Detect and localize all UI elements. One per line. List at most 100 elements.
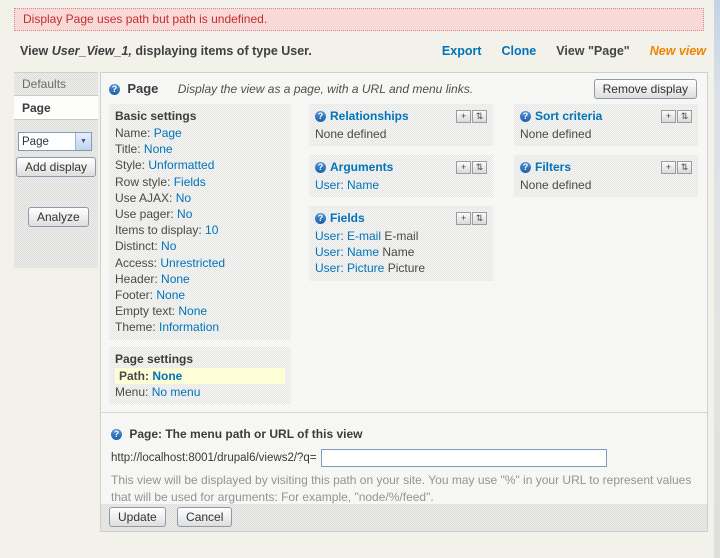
help-icon[interactable]: ? bbox=[111, 429, 122, 440]
setting-label: Style: bbox=[115, 158, 146, 173]
arguments-header: ? Arguments + ⇅ bbox=[315, 159, 487, 175]
panel-actions: + ⇅ bbox=[456, 211, 487, 225]
setting-value-link[interactable]: None bbox=[156, 288, 185, 302]
setting-value-link[interactable]: Fields bbox=[174, 175, 206, 189]
arguments-panel: ? Arguments + ⇅ User: Name bbox=[309, 155, 493, 197]
setting-value-link[interactable]: None bbox=[161, 272, 190, 286]
display-title: Page bbox=[127, 81, 159, 96]
add-icon[interactable]: + bbox=[661, 109, 676, 123]
scrollbar[interactable] bbox=[714, 0, 720, 558]
menu-value-link[interactable]: No menu bbox=[152, 385, 201, 399]
path-input[interactable] bbox=[320, 449, 607, 467]
help-icon[interactable]: ? bbox=[315, 110, 326, 122]
url-prefix: http://localhost:8001/drupal6/views2/?q= bbox=[111, 452, 317, 464]
help-icon[interactable]: ? bbox=[109, 84, 120, 95]
help-icon[interactable]: ? bbox=[315, 161, 326, 173]
display-type-select[interactable]: Page ▼ bbox=[18, 132, 92, 151]
setting-value-link[interactable]: No bbox=[177, 207, 192, 221]
setting-label: Use pager: bbox=[115, 207, 174, 222]
menu-label: Menu: bbox=[115, 385, 149, 400]
sidebar-tab-defaults[interactable]: Defaults bbox=[14, 73, 98, 96]
analyze-button[interactable]: Analyze bbox=[28, 207, 89, 227]
display-header: ? Page Display the view as a page, with … bbox=[109, 79, 699, 103]
view-page-link[interactable]: View "Page" bbox=[556, 44, 629, 58]
setting-label: Footer: bbox=[115, 288, 154, 303]
filters-title-link[interactable]: Filters bbox=[535, 159, 661, 175]
field-link[interactable]: User: Picture bbox=[315, 261, 384, 275]
setting-value-link[interactable]: Unrestricted bbox=[160, 256, 225, 270]
path-form-title-text: Page: The menu path or URL of this view bbox=[129, 427, 363, 441]
setting-label: Name: bbox=[115, 126, 151, 140]
empty-text: None defined bbox=[520, 127, 592, 141]
relationships-panel: ? Relationships + ⇅ None defined bbox=[309, 104, 493, 146]
argument-link[interactable]: User: Name bbox=[315, 178, 379, 192]
error-text: Display Page uses path but path is undef… bbox=[23, 12, 268, 26]
error-message: Display Page uses path but path is undef… bbox=[14, 8, 704, 31]
setting-row: Use pager: No bbox=[115, 206, 285, 222]
add-icon[interactable]: + bbox=[456, 160, 471, 174]
clone-link[interactable]: Clone bbox=[502, 44, 537, 58]
rearrange-icon[interactable]: ⇅ bbox=[472, 211, 487, 225]
field-link[interactable]: User: Name bbox=[315, 245, 379, 259]
view-name: User_View_1, bbox=[51, 44, 132, 58]
cancel-button[interactable]: Cancel bbox=[177, 507, 233, 527]
setting-value-link[interactable]: 10 bbox=[205, 223, 218, 237]
fields-panel: ? Fields + ⇅ User: E-mail E-mail User: N… bbox=[309, 206, 493, 281]
setting-value-link[interactable]: None bbox=[178, 304, 207, 318]
update-button[interactable]: Update bbox=[109, 507, 166, 527]
rearrange-icon[interactable]: ⇅ bbox=[472, 160, 487, 174]
sort-criteria-title-link[interactable]: Sort criteria bbox=[535, 108, 661, 124]
help-icon[interactable]: ? bbox=[315, 212, 326, 224]
add-icon[interactable]: + bbox=[661, 160, 676, 174]
setting-value-link[interactable]: None bbox=[144, 142, 173, 156]
panel-actions: + ⇅ bbox=[456, 160, 487, 174]
setting-label: Distinct: bbox=[115, 239, 158, 254]
rearrange-icon[interactable]: ⇅ bbox=[677, 160, 692, 174]
rearrange-icon[interactable]: ⇅ bbox=[677, 109, 692, 123]
path-value-link[interactable]: None bbox=[152, 369, 182, 383]
add-icon[interactable]: + bbox=[456, 109, 471, 123]
field-item: User: Picture Picture bbox=[315, 260, 487, 276]
display-type-select-value: Page bbox=[22, 135, 49, 148]
filters-header: ? Filters + ⇅ bbox=[520, 159, 692, 175]
field-link[interactable]: User: E-mail bbox=[315, 229, 381, 243]
sort-criteria-header: ? Sort criteria + ⇅ bbox=[520, 108, 692, 124]
setting-label: Title: bbox=[115, 142, 141, 157]
filters-panel: ? Filters + ⇅ None defined bbox=[514, 155, 698, 197]
setting-row: Style: Unformatted bbox=[115, 157, 285, 173]
form-buttons-bar: Update Cancel bbox=[101, 504, 707, 531]
display-sidebar: Defaults Page Page ▼ Add display Analyze bbox=[14, 72, 98, 268]
help-icon[interactable]: ? bbox=[520, 110, 531, 122]
setting-value-link[interactable]: Information bbox=[159, 320, 219, 334]
rearrange-icon[interactable]: ⇅ bbox=[472, 109, 487, 123]
fields-header: ? Fields + ⇅ bbox=[315, 210, 487, 226]
setting-value-link[interactable]: No bbox=[176, 191, 191, 205]
path-setting-row: Path: None bbox=[115, 368, 285, 385]
add-display-button[interactable]: Add display bbox=[16, 157, 97, 177]
setting-value-link[interactable]: Page bbox=[154, 126, 182, 140]
setting-label: Use AJAX: bbox=[115, 190, 173, 205]
export-link[interactable]: Export bbox=[442, 44, 482, 58]
setting-label: Theme: bbox=[115, 320, 156, 335]
add-icon[interactable]: + bbox=[456, 211, 471, 225]
setting-value-link[interactable]: Unformatted bbox=[148, 158, 214, 172]
setting-label: Header: bbox=[115, 271, 158, 286]
setting-label: Access: bbox=[115, 255, 158, 270]
relationships-title-link[interactable]: Relationships bbox=[330, 108, 456, 124]
new-view-link[interactable]: New view bbox=[650, 44, 706, 58]
fields-title-link[interactable]: Fields bbox=[330, 210, 456, 226]
setting-row: Row style: Fields bbox=[115, 174, 285, 190]
setting-row: Theme: Information bbox=[115, 319, 285, 335]
empty-text: None defined bbox=[315, 127, 387, 141]
setting-row: Empty text: None bbox=[115, 303, 285, 319]
remove-display-button[interactable]: Remove display bbox=[593, 79, 697, 99]
url-row: http://localhost:8001/drupal6/views2/?q= bbox=[111, 449, 607, 467]
panel-actions: + ⇅ bbox=[661, 160, 692, 174]
setting-value-link[interactable]: No bbox=[161, 239, 176, 253]
field-item: User: Name Name bbox=[315, 244, 487, 260]
arguments-title-link[interactable]: Arguments bbox=[330, 159, 456, 175]
help-icon[interactable]: ? bbox=[520, 161, 531, 173]
sidebar-tab-page[interactable]: Page bbox=[14, 96, 98, 120]
path-form-title: ? Page: The menu path or URL of this vie… bbox=[111, 427, 362, 441]
field-label: E-mail bbox=[384, 229, 419, 243]
